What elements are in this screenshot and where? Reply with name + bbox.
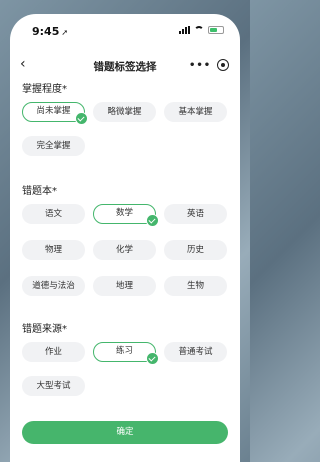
mini-program-capsule: ••• — [186, 55, 232, 75]
tag-chip-label: 语文 — [44, 209, 62, 219]
target-icon[interactable] — [217, 59, 230, 71]
tag-chip-label: 完全掌握 — [36, 141, 71, 151]
tag-chip[interactable]: 练习 — [93, 342, 159, 365]
tag-chip-label: 基本掌握 — [178, 107, 213, 117]
tag-chip[interactable]: 英语 — [164, 204, 227, 224]
status-icons — [179, 26, 224, 34]
wifi-icon — [194, 26, 204, 34]
checkmark-icon — [75, 112, 88, 125]
signal-icon — [179, 26, 190, 34]
tag-chip-label: 尚未掌握 — [36, 106, 71, 116]
tag-chip-label: 地理 — [115, 281, 133, 291]
location-arrow-icon: ➚ — [61, 28, 69, 37]
more-dots-icon[interactable]: ••• — [189, 60, 211, 71]
tag-chip[interactable]: 略微掌握 — [93, 102, 156, 122]
tag-chip[interactable]: 语文 — [22, 204, 85, 224]
tag-chip-label: 化学 — [115, 245, 133, 255]
tag-chip-label: 生物 — [186, 281, 204, 291]
tag-chip-label: 作业 — [44, 347, 62, 357]
tag-chip-label: 数学 — [115, 208, 133, 218]
section-title: 掌握程度* — [22, 84, 67, 95]
status-bar: 9:45 ➚ — [10, 14, 240, 44]
tag-chip-label: 物理 — [44, 245, 62, 255]
tag-chip[interactable]: 基本掌握 — [164, 102, 227, 122]
tag-chip[interactable]: 尚未掌握 — [22, 102, 88, 125]
tag-chip[interactable]: 作业 — [22, 342, 85, 362]
section-title: 错题本* — [22, 186, 57, 197]
tag-chip[interactable]: 物理 — [22, 240, 85, 260]
tag-chip-label: 历史 — [186, 245, 204, 255]
confirm-button[interactable]: 确定 — [22, 421, 228, 444]
tag-chip-label: 普通考试 — [178, 347, 213, 357]
nav-bar: ‹ 错题标签选择 ••• — [10, 50, 240, 80]
tag-chip[interactable]: 生物 — [164, 276, 227, 296]
phone-screen: 9:45 ➚ ‹ 错题标签选择 ••• 掌握程度* 尚未掌握 略微掌握 基本掌握完全掌握… — [10, 14, 240, 462]
tag-chip[interactable]: 历史 — [164, 240, 227, 260]
tag-chip-label: 英语 — [186, 209, 204, 219]
tag-chip-label: 练习 — [115, 346, 133, 356]
tag-chip[interactable]: 完全掌握 — [22, 136, 85, 156]
tag-chip[interactable]: 大型考试 — [22, 376, 85, 396]
checkmark-icon — [146, 352, 159, 365]
tag-chip[interactable]: 普通考试 — [164, 342, 227, 362]
battery-icon — [208, 26, 224, 34]
checkmark-icon — [146, 214, 159, 227]
tag-chip-label: 大型考试 — [36, 381, 71, 391]
tag-chip-label: 道德与法治 — [32, 281, 75, 291]
tag-chip[interactable]: 地理 — [93, 276, 156, 296]
tag-chip[interactable]: 化学 — [93, 240, 156, 260]
section-title: 错题来源* — [22, 324, 67, 335]
tag-chip[interactable]: 数学 — [93, 204, 159, 227]
tag-chip-label: 略微掌握 — [107, 107, 142, 117]
status-time: 9:45 ➚ — [32, 25, 69, 38]
tag-chip[interactable]: 道德与法治 — [22, 276, 85, 296]
